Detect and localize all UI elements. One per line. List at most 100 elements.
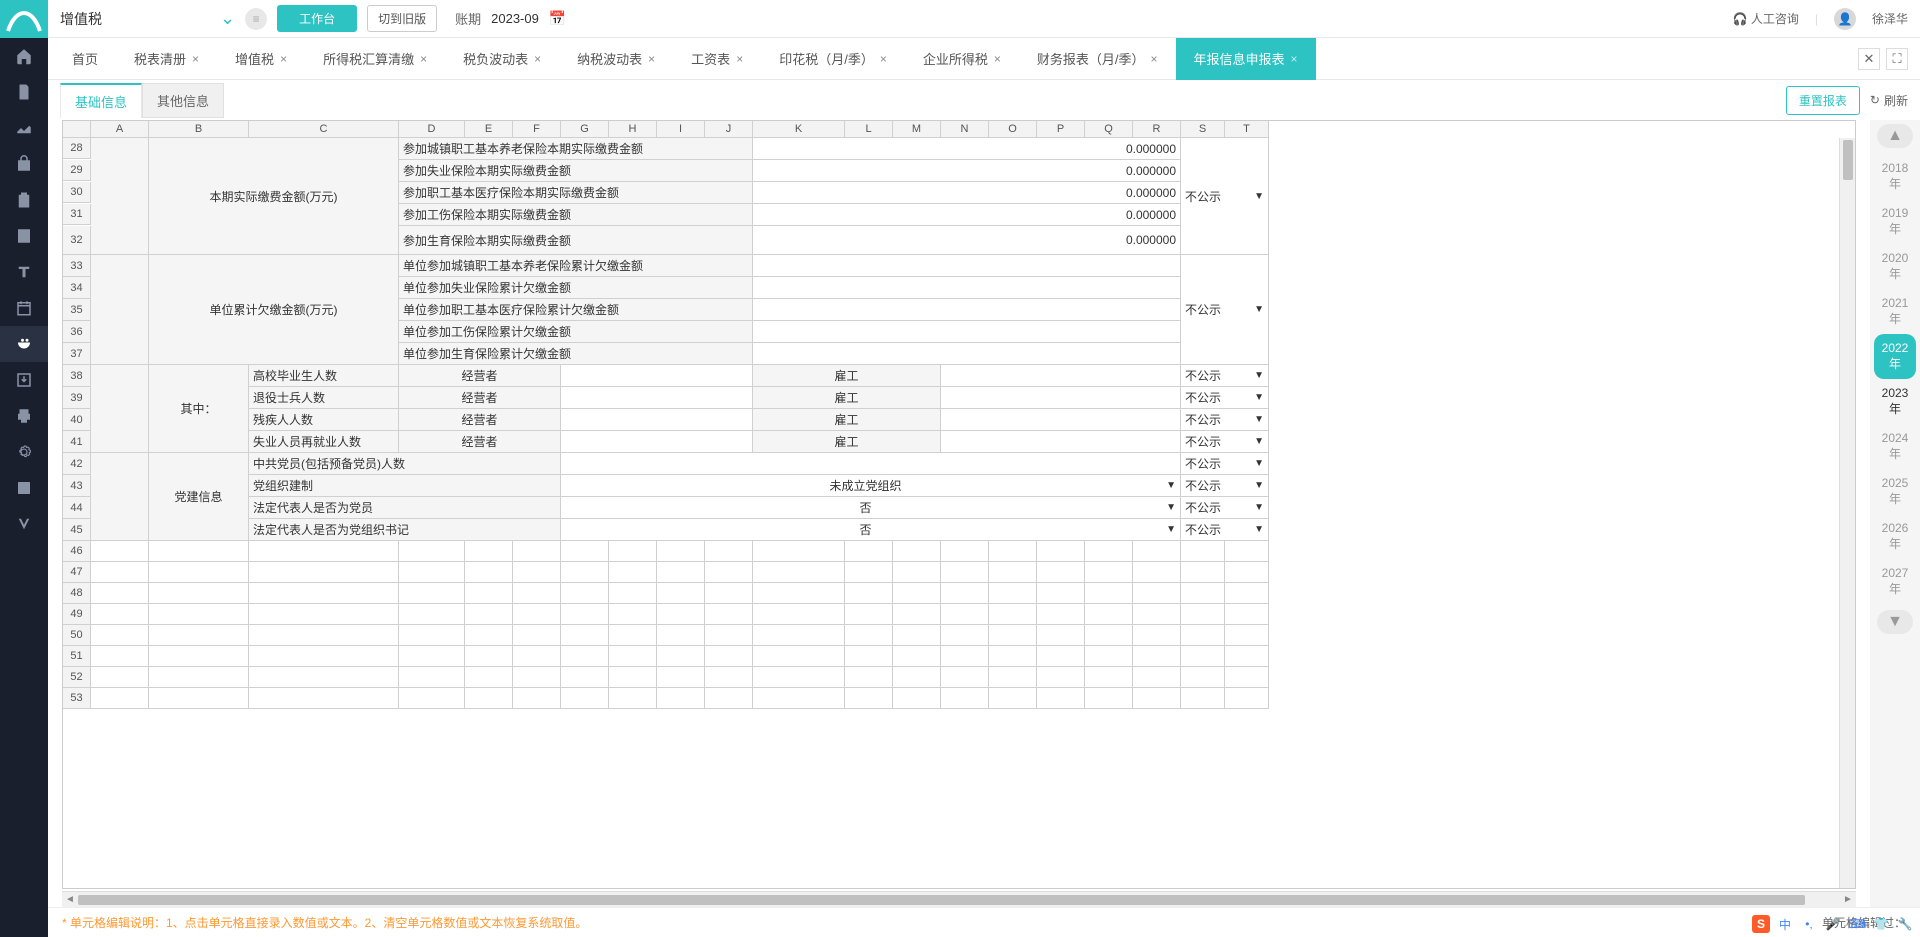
refresh-button[interactable]: ↻ 刷新 <box>1870 92 1908 109</box>
cell[interactable] <box>1133 646 1181 667</box>
cell[interactable] <box>1037 604 1085 625</box>
cell[interactable]: 不公示▼ <box>1181 519 1269 541</box>
cell[interactable] <box>941 409 1181 431</box>
cell[interactable]: 中共党员(包括预备党员)人数 <box>249 453 561 475</box>
cell[interactable] <box>941 604 989 625</box>
tab-税表清册[interactable]: 税表清册× <box>116 38 217 80</box>
cell[interactable] <box>1085 667 1133 688</box>
ime-kbd-icon[interactable]: ⌨ <box>1848 915 1866 933</box>
cell[interactable] <box>561 625 609 646</box>
year-2020年[interactable]: 2020年 <box>1870 244 1920 289</box>
cell[interactable] <box>91 583 149 604</box>
cell[interactable] <box>609 583 657 604</box>
cell[interactable]: 雇工 <box>753 409 941 431</box>
cell[interactable] <box>753 321 1181 343</box>
cell[interactable] <box>91 453 149 541</box>
cell[interactable] <box>399 667 465 688</box>
cell[interactable] <box>705 688 753 709</box>
cell[interactable] <box>609 625 657 646</box>
cell[interactable] <box>609 541 657 562</box>
ime-skin-icon[interactable]: 👕 <box>1872 915 1890 933</box>
horizontal-scrollbar[interactable]: ◄ ► <box>62 891 1856 907</box>
cell[interactable] <box>513 604 561 625</box>
cell[interactable] <box>465 646 513 667</box>
tab-印花税（月/季）[interactable]: 印花税（月/季）× <box>761 38 905 80</box>
cell[interactable]: 单位参加工伤保险累计欠缴金额 <box>399 321 753 343</box>
cell[interactable] <box>1037 646 1085 667</box>
cell[interactable] <box>1133 583 1181 604</box>
tab-首页[interactable]: 首页 <box>54 38 116 80</box>
cell[interactable] <box>249 667 399 688</box>
year-2018年[interactable]: 2018年 <box>1870 154 1920 199</box>
cell[interactable] <box>249 541 399 562</box>
cell[interactable] <box>513 646 561 667</box>
cell[interactable] <box>1225 562 1269 583</box>
cell[interactable] <box>399 562 465 583</box>
cell[interactable] <box>753 625 845 646</box>
cell[interactable] <box>657 667 705 688</box>
tab-close-icon[interactable]: × <box>1151 52 1158 66</box>
cell[interactable] <box>513 625 561 646</box>
subtab-other[interactable]: 其他信息 <box>142 83 224 118</box>
consult-button[interactable]: 🎧 人工咨询 <box>1733 10 1799 27</box>
cell[interactable] <box>989 541 1037 562</box>
cell[interactable]: 0.000000 <box>753 160 1181 182</box>
cell[interactable]: 不公示▼ <box>1181 475 1269 497</box>
cell[interactable] <box>1085 688 1133 709</box>
nav-clipboard-icon[interactable] <box>0 182 48 218</box>
cell[interactable] <box>893 646 941 667</box>
cell[interactable] <box>561 365 753 387</box>
ime-punct-icon[interactable]: •, <box>1800 915 1818 933</box>
cell[interactable] <box>399 541 465 562</box>
ime-lang-icon[interactable]: 中 <box>1776 915 1794 933</box>
cell[interactable] <box>149 604 249 625</box>
cell[interactable] <box>249 646 399 667</box>
cell[interactable]: 否▼ <box>561 497 1181 519</box>
cell[interactable] <box>513 541 561 562</box>
cell[interactable]: 残疾人人数 <box>249 409 399 431</box>
cell[interactable] <box>893 562 941 583</box>
cell[interactable]: 党建信息 <box>149 453 249 541</box>
cell[interactable] <box>657 646 705 667</box>
tab-close-icon[interactable]: × <box>534 52 541 66</box>
year-2024年[interactable]: 2024年 <box>1870 424 1920 469</box>
tab-年报信息申报表[interactable]: 年报信息申报表× <box>1176 38 1316 80</box>
ime-tool-icon[interactable]: 🔧 <box>1896 915 1914 933</box>
tab-close-icon[interactable]: × <box>736 52 743 66</box>
cell[interactable] <box>249 562 399 583</box>
cell[interactable]: 高校毕业生人数 <box>249 365 399 387</box>
cell[interactable] <box>1037 583 1085 604</box>
cell[interactable] <box>609 604 657 625</box>
tab-税负波动表[interactable]: 税负波动表× <box>445 38 559 80</box>
cell[interactable]: 不公示▼ <box>1181 387 1269 409</box>
cell[interactable]: 党组织建制 <box>249 475 561 497</box>
reset-button[interactable]: 重置报表 <box>1786 86 1860 115</box>
cell[interactable] <box>1181 583 1225 604</box>
tab-close-icon[interactable]: × <box>994 52 1001 66</box>
ime-mic-icon[interactable]: 🎤 <box>1824 915 1842 933</box>
cell[interactable] <box>941 387 1181 409</box>
username[interactable]: 徐泽华 <box>1872 10 1908 27</box>
spreadsheet-grid[interactable]: ABCDEFGHIJKLMNOPQRST28本期实际缴费金额(万元)参加城镇职工… <box>63 121 1855 709</box>
ime-s-icon[interactable]: S <box>1752 915 1770 933</box>
cell[interactable] <box>561 409 753 431</box>
cell[interactable] <box>1225 688 1269 709</box>
workbench-button[interactable]: 工作台 <box>277 5 357 32</box>
cell[interactable] <box>989 625 1037 646</box>
cell[interactable]: 雇工 <box>753 431 941 453</box>
year-2021年[interactable]: 2021年 <box>1870 289 1920 334</box>
cell[interactable]: 法定代表人是否为党员 <box>249 497 561 519</box>
cell[interactable] <box>657 541 705 562</box>
cell[interactable] <box>609 667 657 688</box>
cell[interactable] <box>465 604 513 625</box>
cell[interactable] <box>893 625 941 646</box>
cell[interactable] <box>249 688 399 709</box>
cell[interactable]: 失业人员再就业人数 <box>249 431 399 453</box>
cell[interactable] <box>149 562 249 583</box>
cell[interactable] <box>893 583 941 604</box>
cell[interactable] <box>845 625 893 646</box>
cell[interactable] <box>753 255 1181 277</box>
cell[interactable] <box>941 541 989 562</box>
cell[interactable]: 参加城镇职工基本养老保险本期实际缴费金额 <box>399 138 753 160</box>
nav-v-icon[interactable] <box>0 506 48 542</box>
